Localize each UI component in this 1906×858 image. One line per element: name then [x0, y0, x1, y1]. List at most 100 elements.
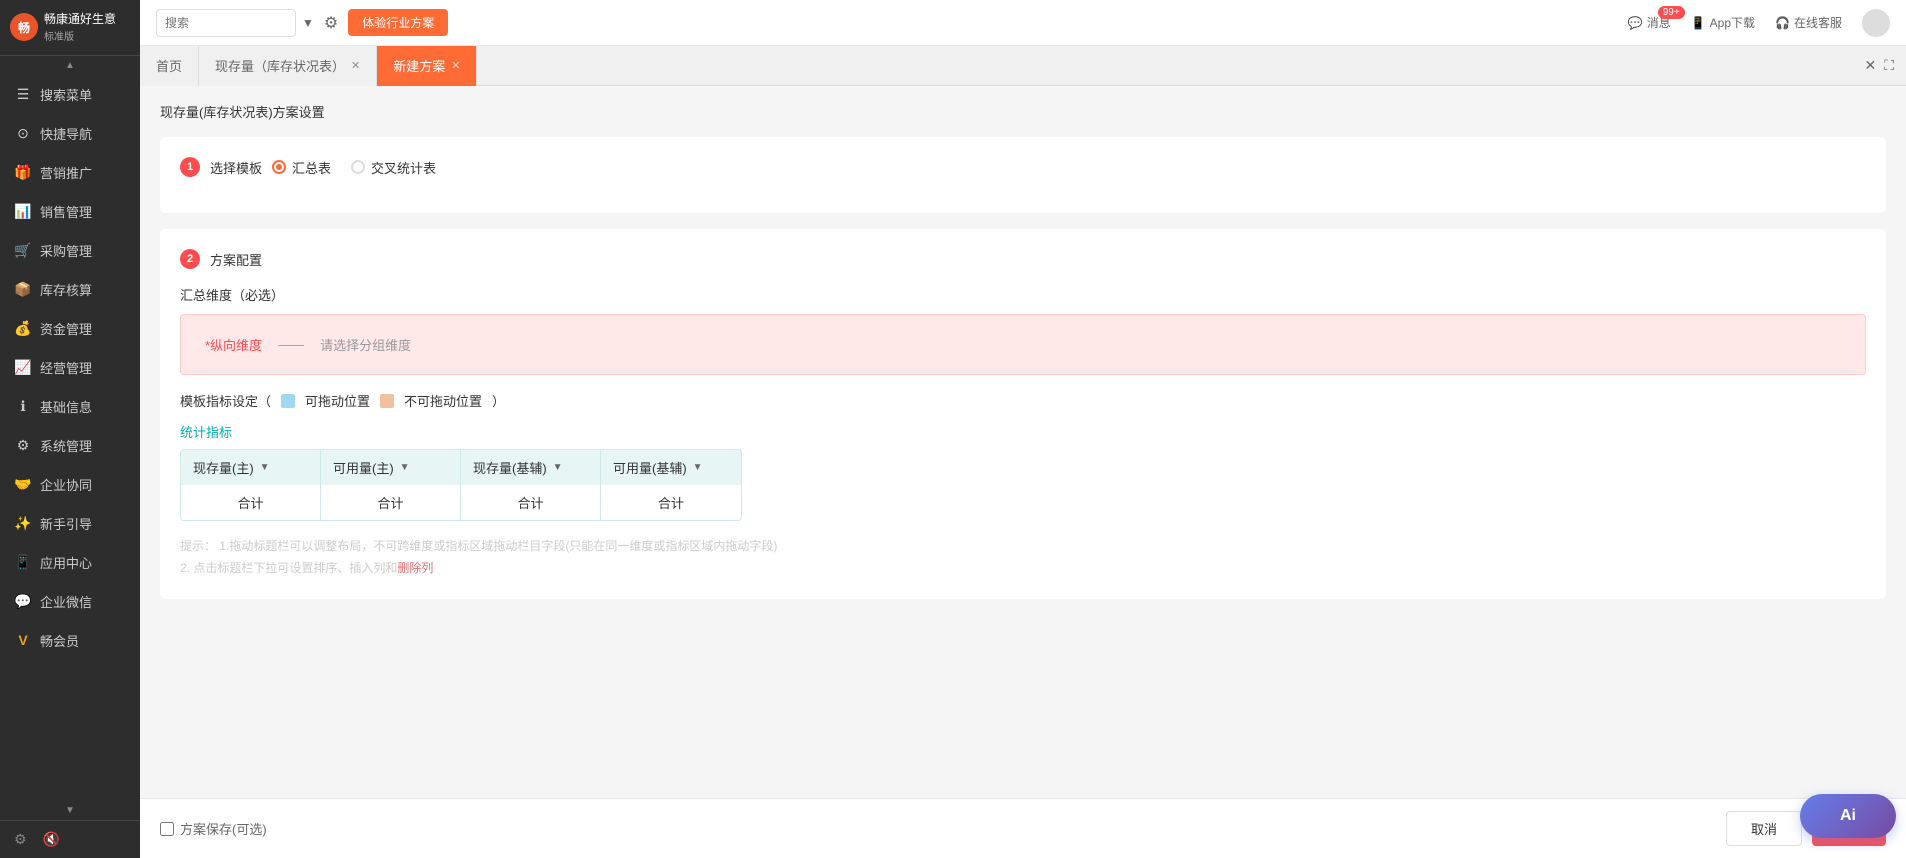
stats-col-body-3: 合计 [601, 485, 741, 520]
radio-cross-label: 交叉统计表 [371, 158, 436, 177]
message-button[interactable]: 💬 消息 99+ [1628, 14, 1671, 31]
sidebar-item-system[interactable]: ⚙ 系统管理 [0, 426, 140, 465]
dimension-dash: —— [278, 337, 304, 352]
content-area: 现存量(库存状况表)方案设置 1 选择模板 汇总表 交叉统计表 [140, 86, 1906, 798]
tab-expand-area: ✕ ⛶ [1852, 57, 1906, 74]
step1-number: 1 [180, 157, 200, 177]
settings-footer-icon[interactable]: ⚙ [14, 831, 27, 848]
dimension-placeholder: 请选择分组维度 [320, 335, 411, 354]
user-avatar[interactable] [1862, 9, 1890, 37]
radio-cross-circle [351, 160, 365, 174]
stats-col-label-1: 可用量(主) [333, 458, 394, 477]
sidebar-item-search[interactable]: ☰ 搜索菜单 [0, 75, 140, 114]
sidebar-item-management[interactable]: 📈 经营管理 [0, 348, 140, 387]
col-chevron-1[interactable]: ▼ [400, 462, 410, 473]
tips-section: 提示： 1.拖动标题栏可以调整布局，不可跨维度或指标区域拖动栏目字段(只能在同一… [180, 536, 1866, 579]
footer-bar: 方案保存(可选) 取消 查询 [140, 798, 1906, 858]
tab-new-plan[interactable]: 新建方案 ✕ [377, 46, 477, 86]
topbar-search-area: ▼ [156, 9, 314, 37]
step1-title: 选择模板 [210, 158, 262, 177]
search-menu-icon: ☰ [14, 85, 32, 103]
dimension-box[interactable]: *纵向维度 —— 请选择分组维度 [180, 314, 1866, 375]
sidebar-item-label: 销售管理 [40, 202, 92, 221]
tab-close-all-button[interactable]: ✕ [1864, 57, 1876, 74]
tab-inventory-close-icon[interactable]: ✕ [351, 59, 360, 72]
draggable-badge [281, 394, 295, 408]
ai-float-button[interactable]: Ai [1800, 794, 1896, 838]
col-chevron-3[interactable]: ▼ [693, 462, 703, 473]
app-name: 畅康通好生意 [44, 12, 116, 28]
app-download-button[interactable]: 📱 App下载 [1691, 14, 1755, 31]
tab-fullscreen-button[interactable]: ⛶ [1884, 57, 1894, 74]
appstore-icon: 📱 [14, 553, 32, 571]
sidebar-item-member[interactable]: V 畅会员 [0, 621, 140, 660]
main-area: ▼ ⚙ 体验行业方案 💬 消息 99+ 📱 App下载 🎧 在线客服 首页 [140, 0, 1906, 858]
search-input[interactable] [156, 9, 296, 37]
sidebar-item-label: 营销推广 [40, 163, 92, 182]
col-chevron-0[interactable]: ▼ [260, 462, 270, 473]
stats-col-header-1[interactable]: 可用量(主) ▼ [321, 450, 461, 485]
sidebar-item-inventory[interactable]: 📦 库存核算 [0, 270, 140, 309]
dimension-row: *纵向维度 —— 请选择分组维度 [205, 335, 1841, 354]
sidebar-item-label: 企业协同 [40, 475, 92, 494]
sidebar-item-purchase[interactable]: 🛒 采购管理 [0, 231, 140, 270]
sidebar-nav: ☰ 搜索菜单 ⊙ 快捷导航 🎁 营销推广 📊 销售管理 🛒 采购管理 📦 库存核… [0, 75, 140, 801]
sidebar-item-enterprise[interactable]: 🤝 企业协同 [0, 465, 140, 504]
radio-summary-table[interactable]: 汇总表 [272, 158, 331, 177]
sound-footer-icon[interactable]: 🔇 [43, 831, 60, 848]
tab-inventory[interactable]: 现存量（库存状况表） ✕ [199, 46, 377, 86]
stats-col-header-3[interactable]: 可用量(基辅) ▼ [601, 450, 741, 485]
sidebar-item-basic-info[interactable]: ℹ 基础信息 [0, 387, 140, 426]
sidebar-item-finance[interactable]: 💰 资金管理 [0, 309, 140, 348]
topbar-right: 💬 消息 99+ 📱 App下载 🎧 在线客服 [1628, 9, 1890, 37]
sidebar-scroll-down[interactable]: ▼ [0, 801, 140, 820]
stats-col-body-2: 合计 [461, 485, 601, 520]
management-icon: 📈 [14, 358, 32, 376]
indicator-fixed-label: 不可拖动位置 [404, 391, 482, 410]
tab-inventory-label: 现存量（库存状况表） [215, 56, 345, 75]
cancel-button[interactable]: 取消 [1726, 811, 1802, 846]
tip-1: 提示： 1.拖动标题栏可以调整布局，不可跨维度或指标区域拖动栏目字段(只能在同一… [180, 536, 1866, 558]
indicator-settings-label: 模板指标设定（ [180, 391, 271, 410]
stats-table-body: 合计 合计 合计 合计 [181, 485, 741, 520]
sidebar-scroll-up[interactable]: ▲ [0, 56, 140, 75]
sidebar-item-guide[interactable]: ✨ 新手引导 [0, 504, 140, 543]
sidebar: 畅 畅康通好生意 标准版 ▲ ☰ 搜索菜单 ⊙ 快捷导航 🎁 营销推广 📊 销售… [0, 0, 140, 858]
sidebar-item-label: 基础信息 [40, 397, 92, 416]
sidebar-item-label: 应用中心 [40, 553, 92, 572]
stats-col-label-2: 现存量(基辅) [473, 458, 547, 477]
stats-title: 统计指标 [180, 422, 1866, 441]
stats-col-label-0: 现存量(主) [193, 458, 254, 477]
wechat-icon: 💬 [14, 592, 32, 610]
marketing-icon: 🎁 [14, 163, 32, 181]
sidebar-item-wechat[interactable]: 💬 企业微信 [0, 582, 140, 621]
indicator-draggable-label: 可拖动位置 [305, 391, 370, 410]
dimension-section-label: 汇总维度（必选） [180, 285, 1866, 304]
online-service-button[interactable]: 🎧 在线客服 [1775, 14, 1842, 31]
sidebar-item-appstore[interactable]: 📱 应用中心 [0, 543, 140, 582]
stats-table: 现存量(主) ▼ 可用量(主) ▼ 现存量(基辅) ▼ 可用量(基辅) [180, 449, 742, 521]
topbar-settings-button[interactable]: ⚙ [324, 13, 338, 33]
sidebar-item-sales[interactable]: 📊 销售管理 [0, 192, 140, 231]
indicator-suffix: ） [492, 391, 505, 410]
stats-table-header: 现存量(主) ▼ 可用量(主) ▼ 现存量(基辅) ▼ 可用量(基辅) [181, 450, 741, 485]
radio-summary-circle [272, 160, 286, 174]
search-dropdown-button[interactable]: ▼ [302, 16, 314, 30]
sidebar-item-label: 快捷导航 [40, 124, 92, 143]
stats-col-header-0[interactable]: 现存量(主) ▼ [181, 450, 321, 485]
step2-number: 2 [180, 249, 200, 269]
radio-cross-table[interactable]: 交叉统计表 [351, 158, 436, 177]
stats-section: 统计指标 现存量(主) ▼ 可用量(主) ▼ 现存量(基辅) [180, 422, 1866, 524]
sidebar-item-shortcuts[interactable]: ⊙ 快捷导航 [0, 114, 140, 153]
trial-button[interactable]: 体验行业方案 [348, 9, 448, 36]
stats-col-header-2[interactable]: 现存量(基辅) ▼ [461, 450, 601, 485]
ai-float-label: Ai [1840, 807, 1856, 825]
sidebar-footer: ⚙ 🔇 [0, 820, 140, 858]
col-chevron-2[interactable]: ▼ [553, 462, 563, 473]
footer-save-area: 方案保存(可选) [160, 819, 267, 838]
save-checkbox[interactable] [160, 822, 174, 836]
sidebar-item-marketing[interactable]: 🎁 营销推广 [0, 153, 140, 192]
tab-home[interactable]: 首页 [140, 46, 199, 86]
tab-new-plan-label: 新建方案 [393, 56, 445, 75]
tab-new-plan-close-icon[interactable]: ✕ [451, 59, 460, 72]
